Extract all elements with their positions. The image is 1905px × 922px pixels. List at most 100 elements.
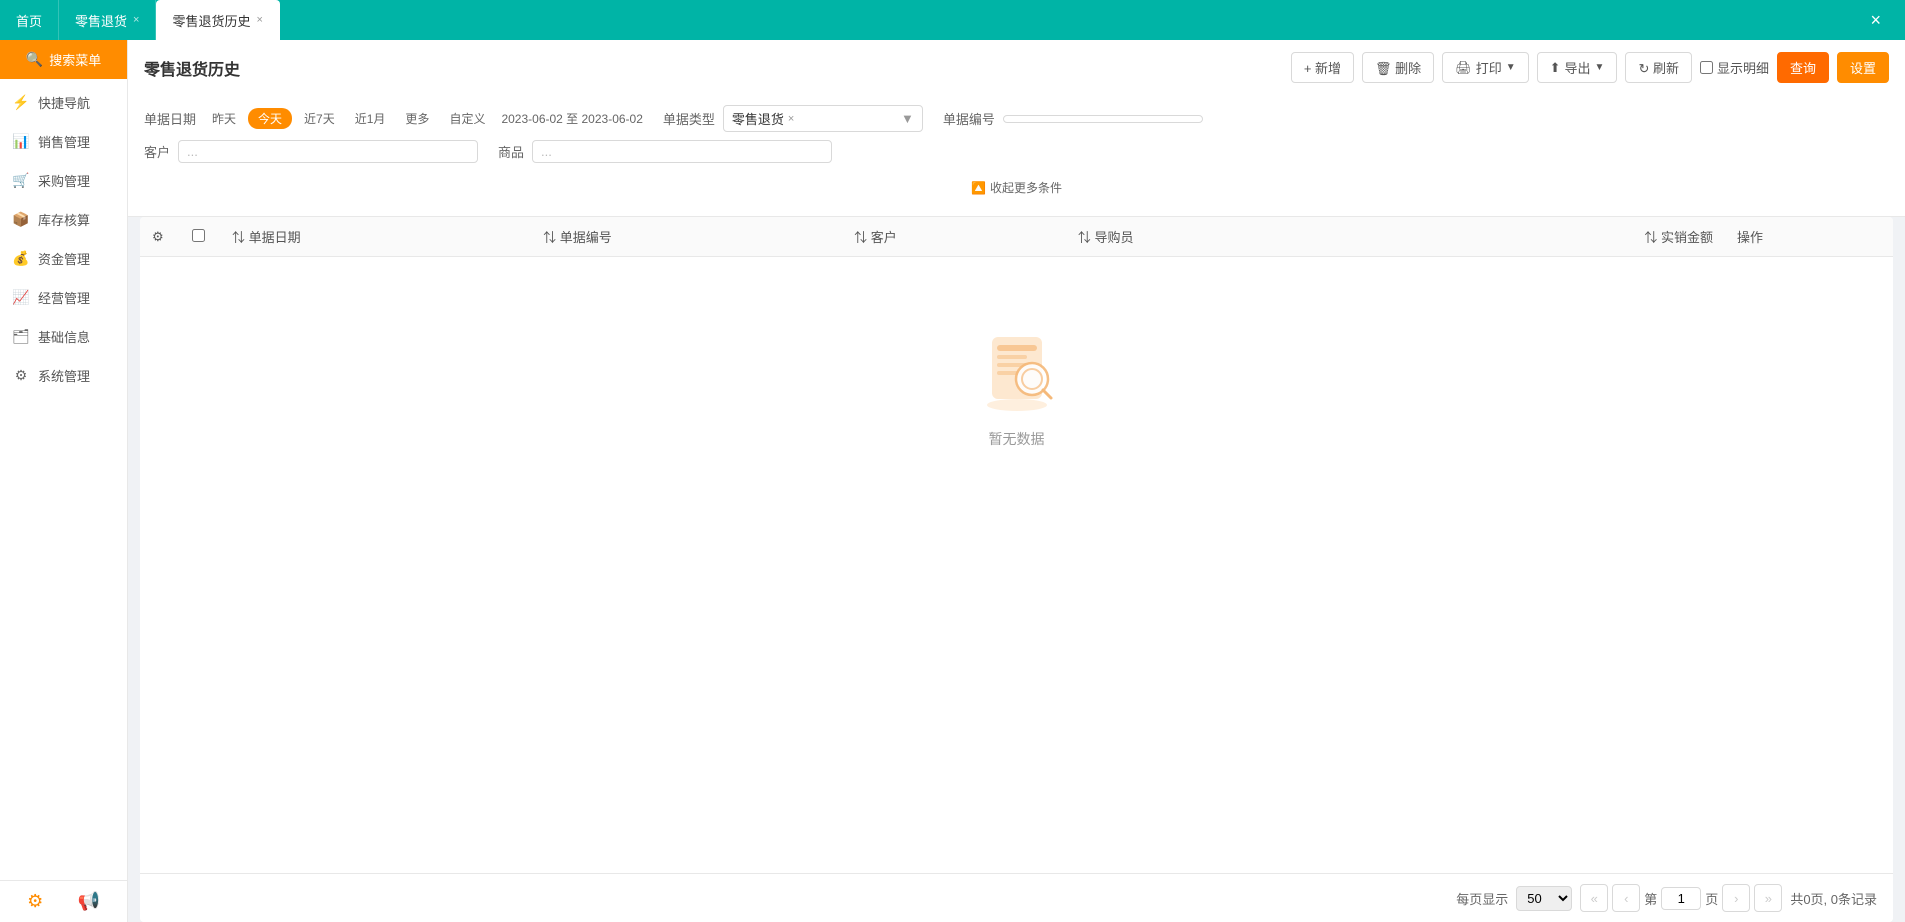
table-settings-icon[interactable]: ⚙ [152,229,164,244]
tab-list: 首页零售退货×零售退货历史× [0,0,1862,40]
date-today-btn[interactable]: 今天 [248,108,292,129]
export-chevron-icon: ▼ [1595,62,1605,73]
col-date[interactable]: ⇅ 单据日期 [220,217,531,257]
collapse-row: 🔼 收起更多条件 [144,171,1889,208]
show-detail-checkbox-label: 显示明细 [1700,58,1769,77]
sidebar-label-business: 经营管理 [38,288,90,307]
nav-icon-business: 📈 [12,289,30,307]
table-header-row: ⚙ ⇅ 单据日期 ⇅ 单据编号 [140,217,1893,257]
sidebar-item-purchase-mgmt[interactable]: 🛒 采购管理 [0,161,127,200]
customer-filter-item: 客户 ... [144,140,478,163]
customer-placeholder: ... [187,144,198,159]
goods-input[interactable]: ... [532,140,832,163]
last-page-button[interactable]: » [1754,884,1782,912]
sidebar-item-inventory[interactable]: 📦 库存核算 [0,200,127,239]
pagination-bar: 每页显示 50 10 20 100 « ‹ 第 页 [140,873,1893,922]
date-range-display: 2023-06-02 至 2023-06-02 [501,110,642,127]
page-input-group: 第 页 [1644,887,1718,910]
toolbar: + 新增 🗑 删除 🖨 🖨 打印 打印 ▼ ⬆ 导出 ▼ ↻ 刷新 [1291,52,1889,83]
col-action: 操作 [1725,217,1893,257]
nav-icon-finance: 💰 [12,250,30,268]
date-custom-btn[interactable]: 自定义 [441,108,493,129]
refresh-button[interactable]: ↻ 刷新 [1625,52,1692,83]
print-chevron-icon: ▼ [1506,62,1516,73]
tab-retail-return[interactable]: 零售退货× [59,0,156,40]
tab-home[interactable]: 首页 [0,0,59,40]
tab-close-retail-return[interactable]: × [133,14,139,26]
print-button[interactable]: 🖨 🖨 打印 打印 ▼ [1442,52,1528,83]
export-icon: ⬆ [1550,60,1561,76]
doc-type-chevron-icon: ▼ [901,111,914,126]
table-card: ⚙ ⇅ 单据日期 ⇅ 单据编号 [140,217,1893,922]
doc-no-input[interactable] [1003,115,1203,123]
doc-type-remove-icon[interactable]: × [788,113,794,125]
sidebar-label-system: 系统管理 [38,366,90,385]
sidebar-label-sales-mgmt: 销售管理 [38,132,90,151]
page-number-input[interactable] [1661,887,1701,910]
tab-label-home: 首页 [16,11,42,30]
doc-type-select[interactable]: 零售退货 × ▼ [723,105,923,132]
col-guide[interactable]: ⇅ 导购员 [1066,217,1333,257]
top-bar: 首页零售退货×零售退货历史× × [0,0,1905,40]
sidebar: 🔍 搜索菜单 ⚡ 快捷导航 📊 销售管理 🛒 采购管理 📦 库存核算 💰 资金管… [0,40,128,922]
show-detail-checkbox[interactable] [1700,61,1713,74]
sidebar-item-sales-mgmt[interactable]: 📊 销售管理 [0,122,127,161]
select-all-checkbox[interactable] [192,229,205,242]
doc-type-tag: 零售退货 × [732,109,794,128]
date-7days-btn[interactable]: 近7天 [296,108,343,129]
date-yesterday-btn[interactable]: 昨天 [204,108,244,129]
nav-icon-purchase-mgmt: 🛒 [12,172,30,190]
settings-bottom-icon[interactable]: ⚙ [27,891,43,912]
next-page-button[interactable]: › [1722,884,1750,912]
sidebar-item-finance[interactable]: 💰 资金管理 [0,239,127,278]
page-prefix-label: 第 [1644,889,1657,908]
search-menu-button[interactable]: 🔍 搜索菜单 [0,40,127,79]
date-more-btn[interactable]: 更多 [397,108,437,129]
page-title-row: 零售退货历史 + 新增 🗑 删除 🖨 🖨 打印 打印 ▼ ⬆ 导出 ▼ [144,52,1889,83]
prev-page-button[interactable]: ‹ [1612,884,1640,912]
per-page-label: 每页显示 [1456,889,1508,908]
sidebar-label-quick-nav: 快捷导航 [38,93,90,112]
speaker-bottom-icon[interactable]: 📢 [77,891,99,912]
doc-no-filter-item: 单据编号 [943,109,1203,128]
sidebar-item-business[interactable]: 📈 经营管理 [0,278,127,317]
col-doc-no[interactable]: ⇅ 单据编号 [531,217,842,257]
goods-placeholder: ... [541,144,552,159]
nav-icon-sales-mgmt: 📊 [12,133,30,151]
main-layout: 🔍 搜索菜单 ⚡ 快捷导航 📊 销售管理 🛒 采购管理 📦 库存核算 💰 资金管… [0,40,1905,922]
sidebar-item-system[interactable]: ⚙ 系统管理 [0,356,127,395]
empty-state: 暂无数据 [140,257,1893,509]
first-page-button[interactable]: « [1580,884,1608,912]
settings-button[interactable]: 设置 [1837,52,1889,83]
col-amount[interactable]: ⇅ 实销金额 [1414,217,1725,257]
window-close-button[interactable]: × [1862,10,1889,31]
tab-close-retail-return-history[interactable]: × [256,14,262,26]
collapse-button[interactable]: 🔼 收起更多条件 [971,175,1062,200]
customer-label: 客户 [144,142,170,161]
col-customer[interactable]: ⇅ 客户 [842,217,1066,257]
nav-icon-inventory: 📦 [12,211,30,229]
col-settings: ⚙ [140,217,180,257]
per-page-select[interactable]: 50 10 20 100 [1516,886,1572,911]
new-button[interactable]: + 新增 [1291,52,1354,83]
doc-type-tag-label: 零售退货 [732,109,784,128]
sidebar-label-base-info: 基础信息 [38,327,90,346]
sidebar-item-quick-nav[interactable]: ⚡ 快捷导航 [0,83,127,122]
doc-no-label: 单据编号 [943,109,995,128]
filter-row-2: 客户 ... 商品 ... [144,140,1889,163]
date-1month-btn[interactable]: 近1月 [347,108,394,129]
sidebar-item-base-info[interactable]: 🗂 基础信息 [0,317,127,356]
date-filter-label: 单据日期 [144,109,196,128]
tab-retail-return-history[interactable]: 零售退货历史× [156,0,279,40]
export-button[interactable]: ⬆ 导出 ▼ [1537,52,1618,83]
print-icon: 🖨 [1455,60,1472,76]
delete-button[interactable]: 🗑 删除 [1362,52,1434,83]
sidebar-label-finance: 资金管理 [38,249,90,268]
customer-input[interactable]: ... [178,140,478,163]
nav-icon-quick-nav: ⚡ [12,94,30,112]
sidebar-label-inventory: 库存核算 [38,210,90,229]
query-button[interactable]: 查询 [1777,52,1829,83]
nav-icon-base-info: 🗂 [12,328,30,346]
collapse-up-icon: 🔼 [971,181,986,195]
top-bar-right: × [1862,10,1905,31]
